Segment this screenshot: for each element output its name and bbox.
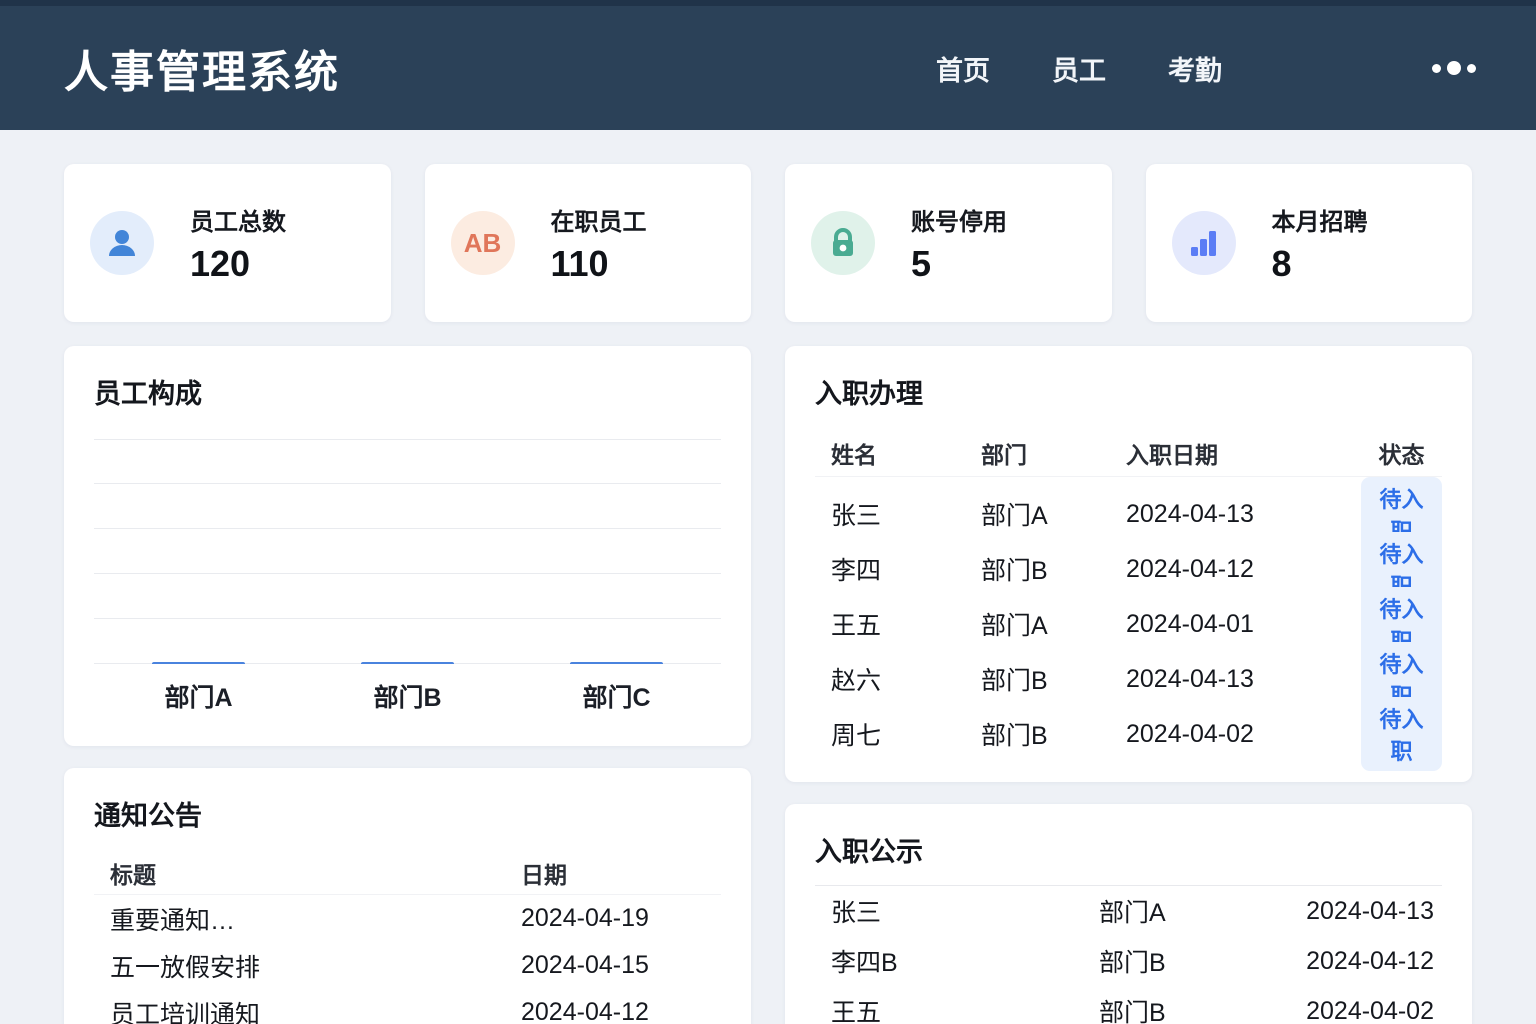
onboard-date: 2024-04-12	[1126, 554, 1254, 583]
employee-name: 王五	[831, 999, 882, 1024]
onboarding-row[interactable]: 张三 部门A 2024-04-13 待入职	[815, 477, 1442, 551]
stat-value: 110	[550, 242, 609, 284]
publicity-title: 入职公示	[815, 837, 923, 867]
notices-card: 通知公告 标题 日期 重要通知… 2024-04-19 五一放假安排 2024-…	[64, 768, 751, 1024]
employee-dept: 部门A	[981, 612, 1048, 640]
main-content: 员工构成 部门A 部门B 部门C 通知公告 标题 日期 重要通知… 2024-0…	[0, 322, 1536, 1024]
employee-name: 张三	[831, 502, 882, 530]
x-axis-labels: 部门A 部门B 部门C	[94, 678, 721, 714]
col-header-title: 标题	[110, 861, 156, 888]
bar-chart	[94, 439, 721, 664]
employee-dept: 部门B	[981, 722, 1048, 750]
onboard-date: 2024-04-13	[1126, 664, 1254, 693]
employee-name: 张三	[831, 899, 882, 927]
onboard-date: 2024-04-01	[1126, 609, 1254, 638]
onboarding-card: 入职办理 姓名 部门 入职日期 状态 张三 部门A 2024-04-13 待入职…	[785, 346, 1472, 782]
publicity-card: 入职公示 张三 部门A 2024-04-13 李四B 部门B 2024-04-1…	[785, 804, 1472, 1024]
onboarding-row[interactable]: 赵六 部门B 2024-04-13 待入职	[815, 642, 1442, 716]
nav-item-home[interactable]: 首页	[936, 49, 990, 88]
stat-value: 5	[911, 242, 932, 284]
employee-dept: 部门A	[981, 502, 1048, 530]
onboarding-row[interactable]: 周七 部门B 2024-04-02 待入职	[815, 697, 1442, 771]
publicity-date: 2024-04-12	[1306, 946, 1434, 975]
col-header-date: 日期	[521, 861, 567, 888]
publicity-date: 2024-04-13	[1306, 896, 1434, 925]
employee-dept: 部门B	[981, 557, 1048, 585]
table-header-row: 标题 日期	[94, 851, 721, 895]
notice-row[interactable]: 员工培训通知 2024-04-12	[94, 989, 721, 1024]
top-navbar: 人事管理系统 首页 员工 考勤	[0, 0, 1536, 130]
user-icon	[90, 211, 154, 275]
nav-item-employees[interactable]: 员工	[1052, 49, 1106, 88]
avatar-initials: AB	[463, 227, 502, 258]
stat-card-disabled-accounts: 账号停用 5	[785, 164, 1112, 322]
employee-dept: 部门B	[981, 667, 1048, 695]
nav-item-attendance[interactable]: 考勤	[1168, 49, 1222, 88]
notice-title: 员工培训通知	[110, 1000, 261, 1024]
onboard-date: 2024-04-13	[1126, 499, 1254, 528]
table-header-row: 姓名 部门 入职日期 状态	[815, 429, 1442, 477]
app-title: 人事管理系统	[64, 48, 340, 97]
col-header-status: 状态	[1378, 441, 1425, 468]
employee-name: 李四B	[831, 949, 898, 977]
publicity-date: 2024-04-02	[1306, 996, 1434, 1024]
status-badge[interactable]: 待入职	[1361, 697, 1442, 771]
notice-row[interactable]: 重要通知… 2024-04-19	[94, 895, 721, 942]
ellipsis-icon[interactable]	[1432, 61, 1476, 75]
employee-name: 王五	[831, 612, 882, 640]
stat-label: 账号停用	[911, 208, 1007, 236]
employee-dept: 部门A	[1099, 899, 1166, 927]
employee-name: 李四	[831, 557, 882, 585]
lock-icon	[811, 211, 875, 275]
stat-label: 在职员工	[550, 208, 647, 236]
chart-title: 员工构成	[94, 379, 202, 409]
stat-label: 员工总数	[190, 208, 286, 236]
col-header-date: 入职日期	[1126, 441, 1218, 468]
notice-date: 2024-04-19	[521, 904, 649, 932]
stats-row: 员工总数 120 AB 在职员工 110 账号停用 5 本月招聘 8	[0, 130, 1536, 322]
stat-label: 本月招聘	[1271, 208, 1368, 236]
onboarding-table: 姓名 部门 入职日期 状态 张三 部门A 2024-04-13 待入职 李四 部…	[815, 429, 1442, 771]
bar-dept-c	[570, 662, 663, 664]
main-nav: 首页 员工 考勤	[936, 49, 1476, 88]
employee-name: 赵六	[831, 667, 882, 695]
notice-row[interactable]: 五一放假安排 2024-04-15	[94, 942, 721, 989]
onboarding-row[interactable]: 王五 部门A 2024-04-01 待入职	[815, 587, 1442, 661]
left-column: 员工构成 部门A 部门B 部门C 通知公告 标题 日期 重要通知… 2024-0…	[64, 346, 751, 1024]
stat-card-monthly-hires: 本月招聘 8	[1145, 164, 1472, 322]
x-label: 部门A	[164, 684, 233, 712]
initials-avatar: AB	[450, 211, 515, 275]
x-label: 部门B	[373, 684, 442, 712]
bar-dept-b	[361, 662, 454, 664]
employee-name: 周七	[831, 722, 882, 750]
publicity-row[interactable]: 李四B 部门B 2024-04-12	[815, 936, 1442, 986]
x-label: 部门C	[582, 684, 651, 712]
stat-value: 120	[190, 242, 251, 284]
publicity-row[interactable]: 王五 部门B 2024-04-02	[815, 986, 1442, 1024]
publicity-list: 张三 部门A 2024-04-13 李四B 部门B 2024-04-12 王五 …	[815, 885, 1442, 1024]
stat-card-total-employees: 员工总数 120	[64, 164, 391, 322]
notices-table: 标题 日期 重要通知… 2024-04-19 五一放假安排 2024-04-15…	[94, 851, 721, 1024]
bar-chart-icon	[1171, 211, 1236, 275]
employee-dept: 部门B	[1099, 999, 1166, 1024]
notice-date: 2024-04-15	[521, 951, 649, 979]
col-header-name: 姓名	[831, 441, 877, 468]
notices-title: 通知公告	[94, 801, 202, 831]
publicity-row[interactable]: 张三 部门A 2024-04-13	[815, 886, 1442, 936]
notice-title: 重要通知…	[110, 906, 236, 935]
employee-composition-card: 员工构成 部门A 部门B 部门C	[64, 346, 751, 746]
employee-dept: 部门B	[1099, 949, 1166, 977]
col-header-dept: 部门	[981, 441, 1027, 468]
right-column: 入职办理 姓名 部门 入职日期 状态 张三 部门A 2024-04-13 待入职…	[785, 346, 1472, 1024]
notice-date: 2024-04-12	[521, 998, 649, 1024]
stat-card-active-employees: AB 在职员工 110	[424, 164, 751, 322]
stat-value: 8	[1271, 242, 1292, 284]
onboarding-title: 入职办理	[815, 379, 923, 409]
bar-dept-a	[152, 662, 245, 664]
notice-title: 五一放假安排	[110, 953, 261, 982]
onboard-date: 2024-04-02	[1126, 719, 1254, 748]
onboarding-row[interactable]: 李四 部门B 2024-04-12 待入职	[815, 532, 1442, 606]
